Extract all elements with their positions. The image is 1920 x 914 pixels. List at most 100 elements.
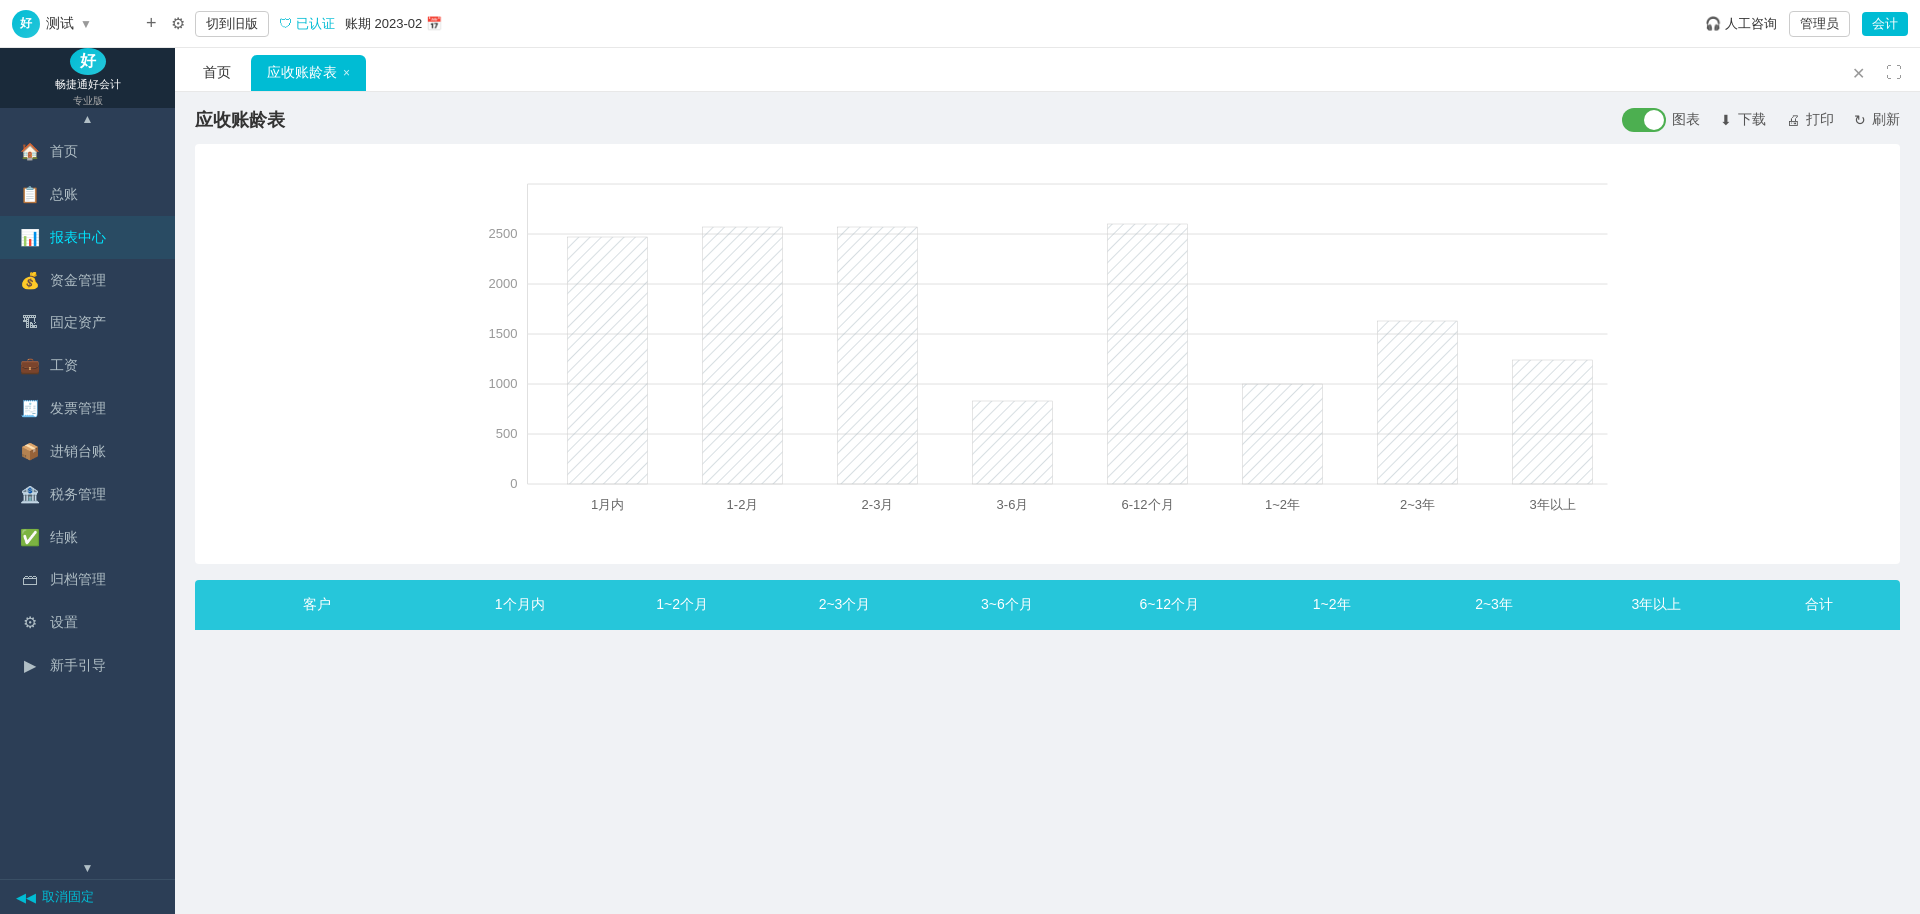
certified-badge: 🛡 已认证 xyxy=(279,15,335,33)
sidebar-item-label-reports: 报表中心 xyxy=(50,229,106,247)
toggle-switch[interactable] xyxy=(1622,108,1666,132)
tax-icon: 🏦 xyxy=(20,485,40,504)
sidebar-scroll-down[interactable]: ▼ xyxy=(0,857,175,879)
svg-text:1-2月: 1-2月 xyxy=(727,497,759,512)
svg-rect-29 xyxy=(1513,360,1593,484)
svg-rect-17 xyxy=(703,227,783,484)
sidebar-scroll-up[interactable]: ▲ xyxy=(0,108,175,130)
chart-toggle-label: 图表 xyxy=(1672,111,1700,129)
table-header-cell: 2~3个月 xyxy=(763,580,925,630)
refresh-icon: ↻ xyxy=(1854,112,1866,128)
company-arrow-icon: ▼ xyxy=(80,17,92,31)
tab-home[interactable]: 首页 xyxy=(187,55,247,91)
help-label: 人工咨询 xyxy=(1725,15,1777,33)
sidebar-nav: 🏠 首页 📋 总账 📊 报表中心 💰 资金管理 🏗 固定资产 💼 工资 🧾 发票… xyxy=(0,130,175,857)
chart-area: 0 500 1000 1500 2000 2500 xyxy=(215,164,1880,544)
switch-old-version-button[interactable]: 切到旧版 xyxy=(195,11,269,37)
bar-chart: 0 500 1000 1500 2000 2500 xyxy=(215,164,1880,544)
page-actions: 图表 ⬇ 下载 🖨 打印 ↻ 刷新 xyxy=(1622,108,1900,132)
sidebar-item-tax[interactable]: 🏦 税务管理 xyxy=(0,473,175,516)
svg-text:2500: 2500 xyxy=(489,226,518,241)
svg-rect-27 xyxy=(1378,321,1458,484)
sidebar-item-label-sales: 进销台账 xyxy=(50,443,106,461)
sidebar-item-label-settings: 设置 xyxy=(50,614,78,632)
sidebar-item-ledger[interactable]: 📋 总账 xyxy=(0,173,175,216)
role-button[interactable]: 会计 xyxy=(1862,12,1908,36)
chart-toggle[interactable]: 图表 xyxy=(1622,108,1700,132)
sidebar-item-payroll[interactable]: 💼 工资 xyxy=(0,344,175,387)
sidebar-item-settings[interactable]: ⚙ 设置 xyxy=(0,601,175,644)
sidebar: 好 畅捷通好会计 专业版 ▲ 🏠 首页 📋 总账 📊 报表中心 💰 资金管理 🏗… xyxy=(0,48,175,914)
chart-container: 0 500 1000 1500 2000 2500 xyxy=(195,144,1900,564)
svg-text:1月内: 1月内 xyxy=(591,497,624,512)
period-display: 账期 2023-02 📅 xyxy=(345,15,443,33)
archive-icon: 🗃 xyxy=(20,571,40,589)
payroll-icon: 💼 xyxy=(20,356,40,375)
sidebar-item-label-invoice: 发票管理 xyxy=(50,400,106,418)
period-label: 账期 xyxy=(345,15,371,33)
company-selector[interactable]: 好 测试 ▼ xyxy=(12,10,132,38)
sidebar-item-invoice[interactable]: 🧾 发票管理 xyxy=(0,387,175,430)
admin-button[interactable]: 管理员 xyxy=(1789,11,1850,37)
tab-bar-actions: ✕ ⛶ xyxy=(1844,59,1908,91)
svg-text:2~3年: 2~3年 xyxy=(1400,497,1435,512)
svg-rect-15 xyxy=(568,237,648,484)
sidebar-item-assets[interactable]: 🏗 固定资产 xyxy=(0,302,175,344)
table-header-cell: 合计 xyxy=(1738,580,1900,630)
sidebar-item-archive[interactable]: 🗃 归档管理 xyxy=(0,559,175,601)
headset-icon: 🎧 xyxy=(1705,16,1721,31)
logo-text: 畅捷通好会计 xyxy=(55,77,121,92)
sidebar-item-label-close: 结账 xyxy=(50,529,78,547)
expand-button[interactable]: ⛶ xyxy=(1880,59,1908,87)
print-button[interactable]: 🖨 打印 xyxy=(1786,111,1834,129)
table-header-cell: 3~6个月 xyxy=(926,580,1088,630)
sidebar-item-reports[interactable]: 📊 报表中心 xyxy=(0,216,175,259)
tab-close-ar-aging[interactable]: × xyxy=(343,66,350,80)
refresh-button[interactable]: ↻ 刷新 xyxy=(1854,111,1900,129)
table-header-cell: 客户 xyxy=(195,580,439,630)
settings-icon: ⚙ xyxy=(20,613,40,632)
svg-text:6-12个月: 6-12个月 xyxy=(1121,497,1173,512)
assets-icon: 🏗 xyxy=(20,314,40,332)
sidebar-pin-button[interactable]: ◀◀ 取消固定 xyxy=(0,879,175,914)
sidebar-item-label-payroll: 工资 xyxy=(50,357,78,375)
help-button[interactable]: 🎧 人工咨询 xyxy=(1705,15,1777,33)
sidebar-item-label-assets: 固定资产 xyxy=(50,314,106,332)
svg-text:1000: 1000 xyxy=(489,376,518,391)
add-company-button[interactable]: + xyxy=(142,13,161,34)
reports-icon: 📊 xyxy=(20,228,40,247)
sales-icon: 📦 xyxy=(20,442,40,461)
close-tab-button[interactable]: ✕ xyxy=(1844,59,1872,87)
sidebar-item-funds[interactable]: 💰 资金管理 xyxy=(0,259,175,302)
pin-icon: ◀◀ xyxy=(16,890,36,905)
settings-icon[interactable]: ⚙ xyxy=(171,14,185,33)
download-button[interactable]: ⬇ 下载 xyxy=(1720,111,1766,129)
sidebar-item-sales[interactable]: 📦 进销台账 xyxy=(0,430,175,473)
svg-text:2-3月: 2-3月 xyxy=(862,497,894,512)
download-icon: ⬇ xyxy=(1720,112,1732,128)
svg-text:1~2年: 1~2年 xyxy=(1265,497,1300,512)
svg-rect-21 xyxy=(973,401,1053,484)
print-icon: 🖨 xyxy=(1786,112,1800,128)
page-header: 应收账龄表 图表 ⬇ 下载 🖨 打印 ↻ xyxy=(195,108,1900,132)
calendar-icon[interactable]: 📅 xyxy=(426,16,442,31)
sidebar-item-guide[interactable]: ▶ 新手引导 xyxy=(0,644,175,687)
logo-badge: 专业版 xyxy=(73,94,103,108)
sidebar-item-label-archive: 归档管理 xyxy=(50,571,106,589)
table-header-cell: 6~12个月 xyxy=(1088,580,1250,630)
table-header: 客户1个月内1~2个月2~3个月3~6个月6~12个月1~2年2~3年3年以上合… xyxy=(195,580,1900,630)
sidebar-item-label-home: 首页 xyxy=(50,143,78,161)
invoice-icon: 🧾 xyxy=(20,399,40,418)
sidebar-item-close[interactable]: ✅ 结账 xyxy=(0,516,175,559)
sidebar-item-home[interactable]: 🏠 首页 xyxy=(0,130,175,173)
table-header-cell: 2~3年 xyxy=(1413,580,1575,630)
svg-rect-23 xyxy=(1108,224,1188,484)
content-area: 首页应收账龄表× ✕ ⛶ 应收账龄表 图表 ⬇ 下载 xyxy=(175,48,1920,914)
download-label: 下载 xyxy=(1738,111,1766,129)
main-layout: 好 畅捷通好会计 专业版 ▲ 🏠 首页 📋 总账 📊 报表中心 💰 资金管理 🏗… xyxy=(0,48,1920,914)
pin-label: 取消固定 xyxy=(42,888,94,906)
sidebar-item-label-tax: 税务管理 xyxy=(50,486,106,504)
sidebar-item-label-guide: 新手引导 xyxy=(50,657,106,675)
tab-ar-aging[interactable]: 应收账龄表× xyxy=(251,55,366,91)
topbar: 好 测试 ▼ + ⚙ 切到旧版 🛡 已认证 账期 2023-02 📅 🎧 人工咨… xyxy=(0,0,1920,48)
